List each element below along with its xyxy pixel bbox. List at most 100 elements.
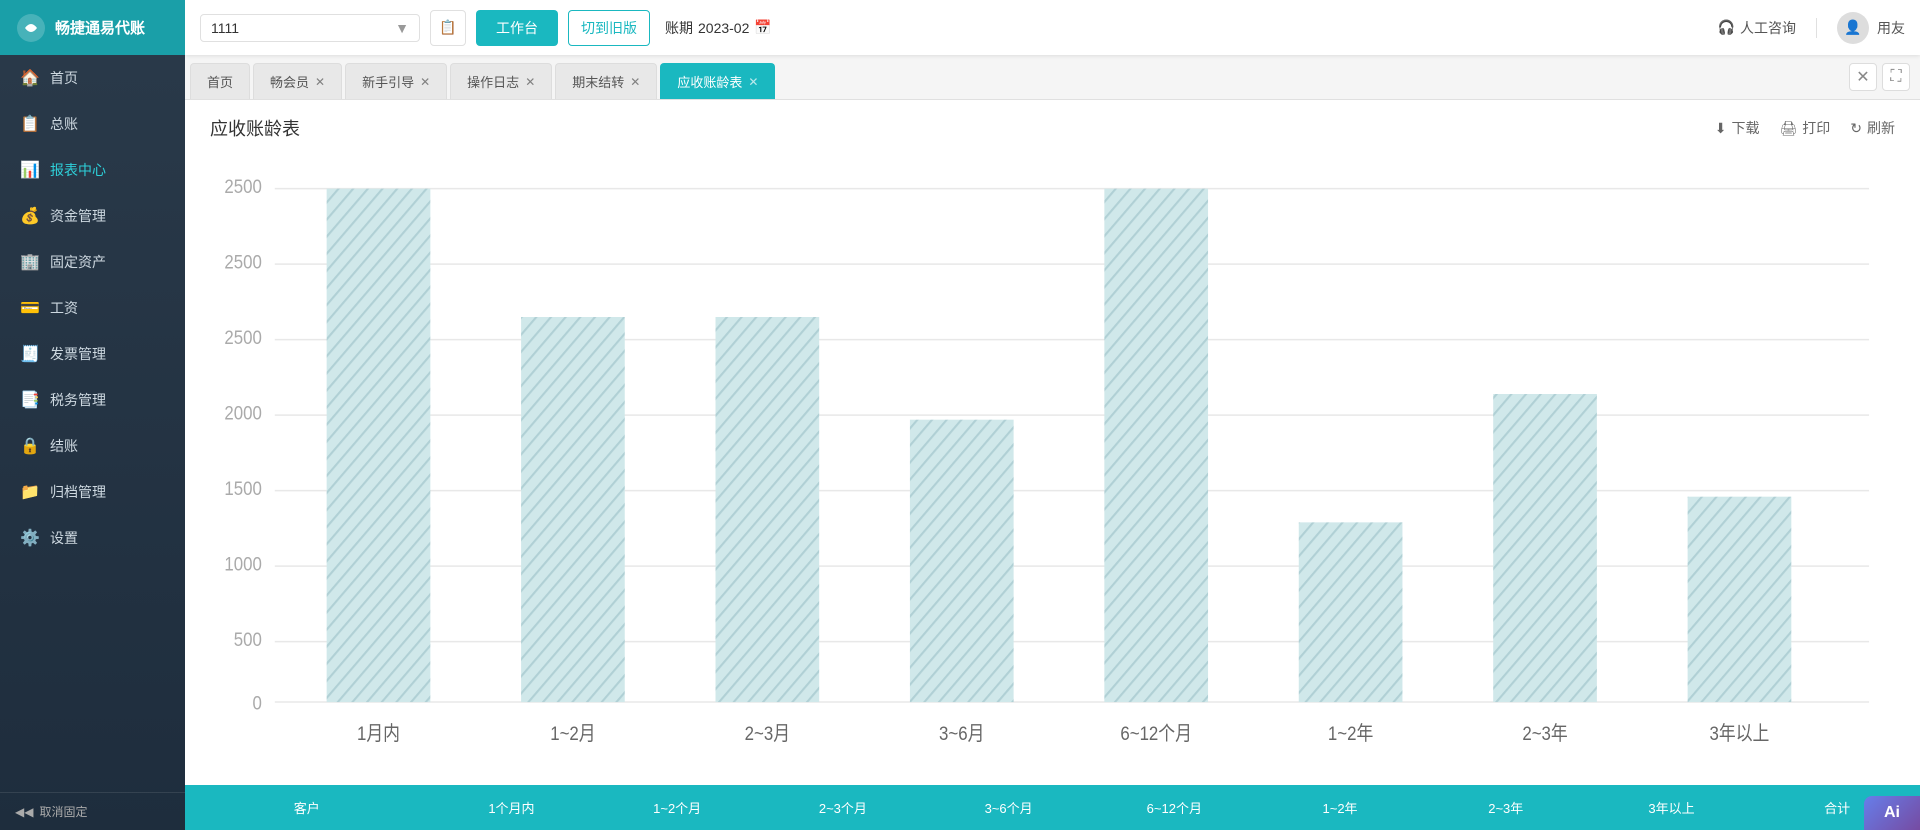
sidebar-item-settings[interactable]: ⚙️ 设置: [0, 515, 185, 561]
avatar-icon: 👤: [1844, 19, 1861, 36]
user-name: 用友: [1877, 18, 1905, 38]
tab-close-btn[interactable]: ✕: [420, 76, 430, 88]
sidebar-item-invoice[interactable]: 🧾 发票管理: [0, 331, 185, 377]
sidebar: 畅捷通易代账 🏠 首页 📋 总账 📊 报表中心 💰 资金管理 🏢 固定资产 💳 …: [0, 0, 185, 830]
close-tab-button[interactable]: ✕: [1849, 63, 1877, 91]
period-label: 账期: [665, 18, 693, 38]
tax-icon: 📑: [20, 390, 40, 410]
sidebar-item-label: 发票管理: [50, 344, 106, 364]
settings-icon: ⚙️: [20, 528, 40, 548]
tab-close-btn[interactable]: ✕: [525, 76, 535, 88]
company-selector[interactable]: 1111 ▼: [200, 14, 420, 42]
header-right: 🎧 人工咨询 👤 用友: [1718, 12, 1905, 44]
tab-label: 首页: [207, 72, 233, 91]
header: 1111 ▼ 📋 工作台 切到旧版 账期 2023-02 📅 🎧 人工咨询 👤 …: [185, 0, 1920, 55]
tab-home[interactable]: 首页: [190, 63, 250, 99]
print-icon: 🖨: [1779, 120, 1797, 137]
table-header-col-0: 客户: [185, 798, 429, 817]
download-button[interactable]: ⬇ 下载: [1715, 118, 1760, 138]
maximize-button[interactable]: ⛶: [1882, 63, 1910, 91]
svg-text:2000: 2000: [224, 401, 261, 424]
sidebar-item-ledger[interactable]: 📋 总账: [0, 101, 185, 147]
tab-label: 畅会员: [270, 72, 309, 91]
tab-guide[interactable]: 新手引导✕: [345, 63, 447, 99]
page-actions: ⬇ 下载 🖨 打印 ↻ 刷新: [1715, 118, 1895, 138]
tab-yearend[interactable]: 期末结转 ✕: [555, 63, 657, 99]
sidebar-item-label: 报表中心: [50, 160, 106, 180]
table-header-col-4: 3~6个月: [926, 798, 1092, 817]
bar-6: [1299, 522, 1403, 702]
svg-text:2500: 2500: [224, 326, 261, 349]
svg-text:3年以上: 3年以上: [1710, 722, 1770, 745]
header-divider: [1816, 18, 1817, 38]
sidebar-item-tax[interactable]: 📑 税务管理: [0, 377, 185, 423]
svg-text:2~3月: 2~3月: [745, 722, 790, 745]
tab-close-btn[interactable]: ✕: [315, 76, 325, 88]
sidebar-item-label: 固定资产: [50, 252, 106, 272]
calendar-icon: 📋: [439, 19, 456, 36]
sidebar-item-funds[interactable]: 💰 资金管理: [0, 193, 185, 239]
period-calendar-icon: 📅: [754, 19, 771, 36]
period-value: 2023-02: [698, 20, 749, 36]
assets-icon: 🏢: [20, 252, 40, 272]
sidebar-nav: 🏠 首页 📋 总账 📊 报表中心 💰 资金管理 🏢 固定资产 💳 工资 🧾 发票…: [0, 55, 185, 792]
archive-icon: 📁: [20, 482, 40, 502]
table-header-col-3: 2~3个月: [760, 798, 926, 817]
main-area: 1111 ▼ 📋 工作台 切到旧版 账期 2023-02 📅 🎧 人工咨询 👤 …: [185, 0, 1920, 830]
svg-text:2500: 2500: [224, 175, 261, 198]
sidebar-item-assets[interactable]: 🏢 固定资产: [0, 239, 185, 285]
service-label: 人工咨询: [1740, 18, 1796, 38]
tab-member[interactable]: 畅会员 ✕: [253, 63, 342, 99]
table-header-col-8: 3年以上: [1589, 798, 1755, 817]
bar-4: [910, 420, 1014, 702]
period-info: 账期 2023-02 📅: [665, 18, 772, 38]
tab-log[interactable]: 操作日志 ✕: [450, 63, 552, 99]
sidebar-item-home[interactable]: 🏠 首页: [0, 55, 185, 101]
svg-text:1~2月: 1~2月: [550, 722, 595, 745]
sidebar-item-reports[interactable]: 📊 报表中心: [0, 147, 185, 193]
tab-close-btn[interactable]: ✕: [748, 76, 758, 88]
print-button[interactable]: 🖨 打印: [1779, 118, 1830, 138]
sidebar-item-label: 结账: [50, 436, 78, 456]
ai-label: Ai: [1884, 804, 1900, 821]
svg-text:2~3年: 2~3年: [1522, 722, 1567, 745]
ledger-icon: 📋: [20, 114, 40, 134]
switch-version-button[interactable]: 切到旧版: [568, 10, 650, 46]
sidebar-item-label: 税务管理: [50, 390, 106, 410]
home-icon: 🏠: [20, 68, 40, 88]
svg-text:6~12个月: 6~12个月: [1120, 722, 1192, 745]
service-button[interactable]: 🎧 人工咨询: [1718, 18, 1796, 38]
ai-badge[interactable]: Ai: [1864, 796, 1920, 830]
tab-close-btn[interactable]: ✕: [630, 76, 640, 88]
refresh-button[interactable]: ↻ 刷新: [1850, 118, 1895, 138]
sidebar-unpin-label: 取消固定: [39, 803, 87, 820]
tab-aging[interactable]: 应收账龄表 ✕: [660, 63, 775, 99]
sidebar-item-close[interactable]: 🔒 结账: [0, 423, 185, 469]
table-header-col-6: 1~2年: [1257, 798, 1423, 817]
table-header: 客户1个月内1~2个月2~3个月3~6个月6~12个月1~2年2~3年3年以上合…: [185, 785, 1920, 830]
refresh-icon: ↻: [1850, 120, 1862, 137]
company-dropdown-icon: ▼: [395, 20, 409, 36]
app-name: 畅捷通易代账: [55, 17, 145, 38]
sidebar-item-label: 总账: [50, 114, 78, 134]
sidebar-unpin-btn[interactable]: ◀◀ 取消固定: [0, 792, 185, 830]
user-menu[interactable]: 👤 用友: [1837, 12, 1905, 44]
calendar-button[interactable]: 📋: [430, 10, 466, 46]
tabs-right-buttons: ✕ ⛶: [1849, 63, 1910, 91]
tab-label: 操作日志: [467, 72, 519, 91]
tab-label: 期末结转: [572, 72, 624, 91]
logo-icon: [15, 12, 47, 44]
svg-text:2500: 2500: [224, 250, 261, 273]
table-header-col-2: 1~2个月: [594, 798, 760, 817]
bar-8: [1688, 497, 1792, 702]
close-icon: 🔒: [20, 436, 40, 456]
sidebar-item-archive[interactable]: 📁 归档管理: [0, 469, 185, 515]
page-title: 应收账龄表: [210, 115, 300, 141]
workbench-button[interactable]: 工作台: [476, 10, 558, 46]
sidebar-item-salary[interactable]: 💳 工资: [0, 285, 185, 331]
svg-text:0: 0: [252, 691, 261, 714]
headphone-icon: 🎧: [1718, 19, 1735, 36]
app-logo: 畅捷通易代账: [0, 0, 185, 55]
tab-label: 应收账龄表: [677, 72, 742, 91]
sidebar-item-label: 工资: [50, 298, 78, 318]
